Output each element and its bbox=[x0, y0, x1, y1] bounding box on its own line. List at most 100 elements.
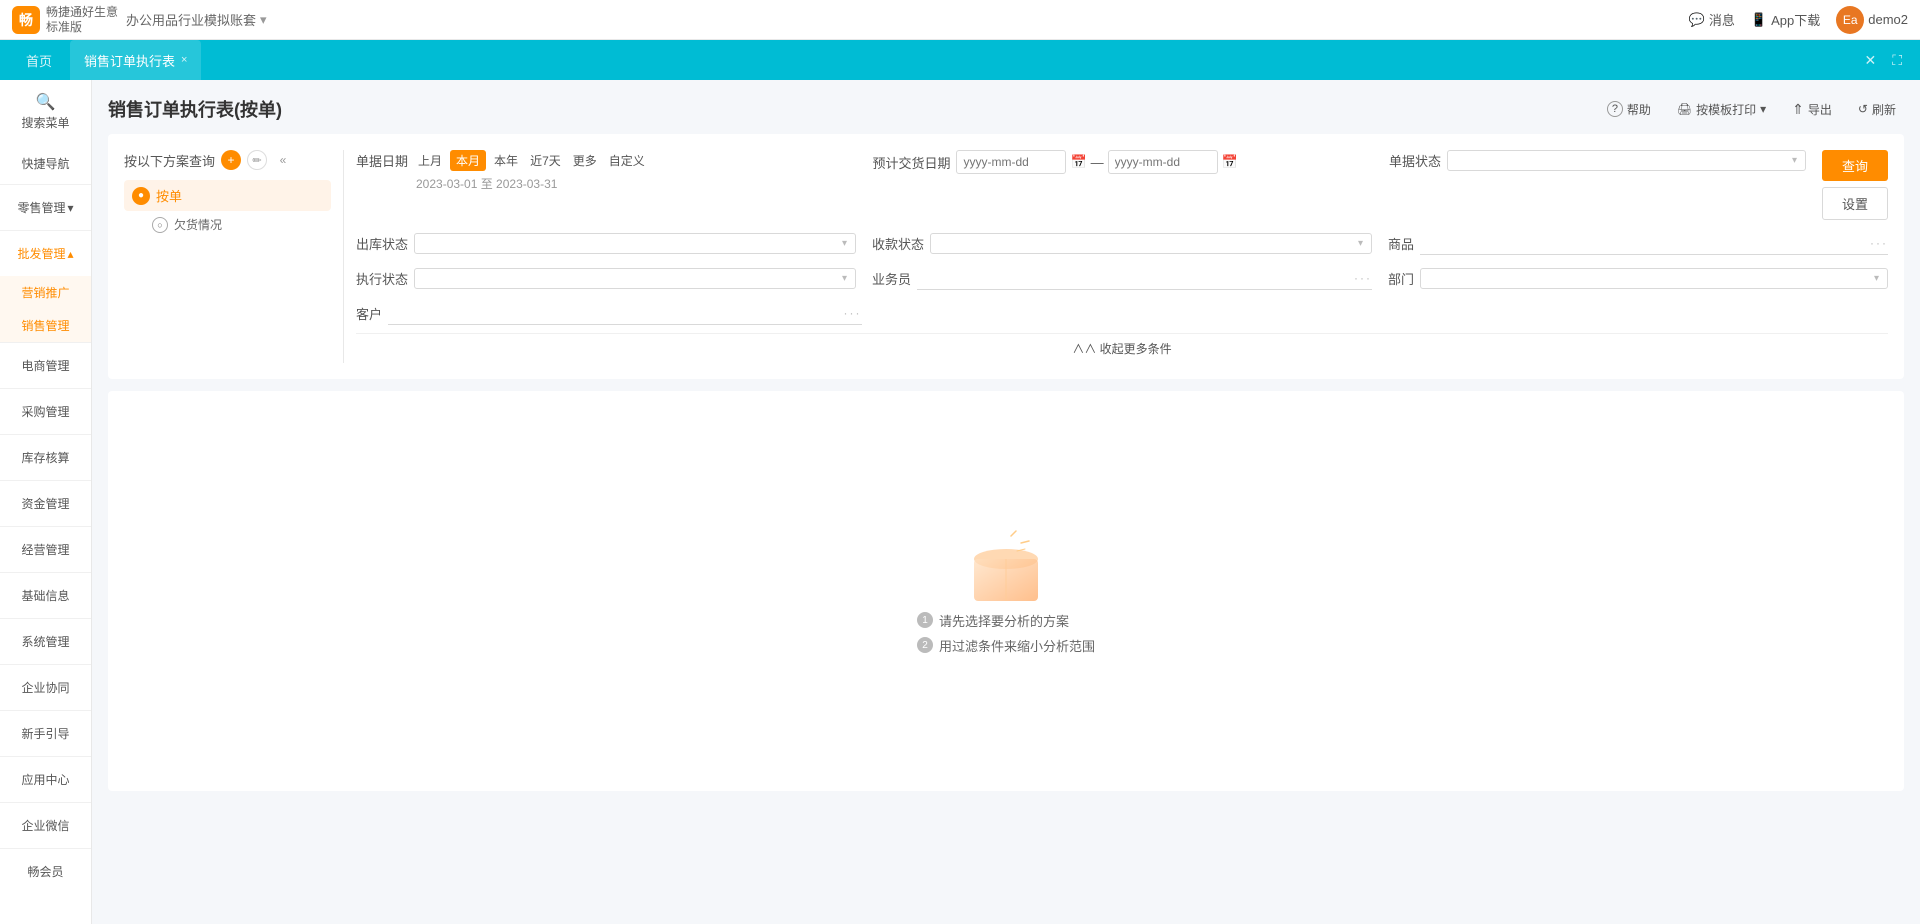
export-button[interactable]: ⇑ 导出 bbox=[1784, 97, 1840, 122]
date-tab-last-month[interactable]: 上月 bbox=[414, 150, 446, 171]
expected-date-from-input[interactable] bbox=[956, 150, 1066, 174]
date-label: 单据日期 bbox=[356, 151, 408, 170]
tab-sales-order[interactable]: 销售订单执行表 × bbox=[70, 40, 201, 80]
print-button[interactable]: 🖨 按模板打印 ▾ bbox=[1669, 97, 1774, 122]
date-tab-this-year[interactable]: 本年 bbox=[490, 150, 522, 171]
sidebar-item-member[interactable]: 畅会员 bbox=[0, 848, 91, 894]
customer-input[interactable]: ··· bbox=[388, 302, 862, 325]
sidebar-item-sales[interactable]: 销售管理 bbox=[0, 309, 91, 342]
empty-text: 1 请先选择要分析的方案 2 用过滤条件来缩小分析范围 bbox=[917, 611, 1095, 661]
goods-more-icon[interactable]: ··· bbox=[1870, 236, 1888, 250]
sidebar-item-quicknav[interactable]: 快捷导航 bbox=[0, 143, 91, 184]
collapse-filter-button[interactable]: ∧∧ 收起更多条件 bbox=[356, 333, 1888, 363]
sidebar-item-purchase[interactable]: 采购管理 bbox=[0, 388, 91, 434]
help-button[interactable]: ? 帮助 bbox=[1599, 97, 1659, 122]
sidebar-item-newbie[interactable]: 新手引导 bbox=[0, 710, 91, 756]
query-button[interactable]: 查询 bbox=[1822, 150, 1888, 181]
app-download-button[interactable]: 📱 App下载 bbox=[1751, 10, 1820, 29]
page-header: 销售订单执行表(按单) ? 帮助 🖨 按模板打印 ▾ ⇑ bbox=[108, 96, 1904, 122]
date-tab-this-month[interactable]: 本月 bbox=[450, 150, 486, 171]
sidebar-item-apps[interactable]: 应用中心 bbox=[0, 756, 91, 802]
dept-field: 部门 ▾ bbox=[1388, 268, 1888, 289]
add-scheme-button[interactable]: + bbox=[221, 150, 241, 170]
sidebar-item-retail[interactable]: 零售管理 ▾ bbox=[0, 184, 91, 230]
date-tab-custom[interactable]: 自定义 bbox=[605, 150, 649, 171]
chevron-down-icon: ▾ bbox=[1792, 155, 1797, 166]
salesman-more-icon[interactable]: ··· bbox=[1354, 271, 1372, 285]
exec-status-select[interactable]: ▾ bbox=[414, 268, 856, 289]
dept-label: 部门 bbox=[1388, 269, 1414, 288]
scheme-by-debt[interactable]: ○ 欠货情况 bbox=[124, 211, 331, 238]
tab-close-window-button[interactable]: ✕ bbox=[1858, 50, 1882, 71]
sidebar-item-ops[interactable]: 经营管理 bbox=[0, 526, 91, 572]
collect-status-label: 收款状态 bbox=[872, 234, 924, 253]
user-menu[interactable]: Ea demo2 bbox=[1836, 6, 1908, 34]
goods-field: 商品 ··· bbox=[1388, 232, 1888, 255]
empty-step-1: 1 请先选择要分析的方案 bbox=[917, 611, 1095, 630]
tab-close-icon[interactable]: × bbox=[181, 54, 187, 66]
goods-input[interactable]: ··· bbox=[1420, 232, 1888, 255]
chevron-down-icon: ▾ bbox=[67, 201, 73, 215]
out-status-field: 出库状态 ▾ bbox=[356, 233, 856, 254]
out-status-select[interactable]: ▾ bbox=[414, 233, 856, 254]
edit-scheme-button[interactable]: ✏ bbox=[247, 150, 267, 170]
sidebar-item-wholesale[interactable]: 批发管理 ▴ bbox=[0, 230, 91, 276]
date-tab-more[interactable]: 更多 bbox=[569, 150, 601, 171]
sidebar-item-finance[interactable]: 资金管理 bbox=[0, 480, 91, 526]
help-icon: ? bbox=[1607, 101, 1623, 117]
sidebar-item-ecom[interactable]: 电商管理 bbox=[0, 342, 91, 388]
calendar-icon: 📅 bbox=[1070, 154, 1086, 170]
sidebar-item-wechat[interactable]: 企业微信 bbox=[0, 802, 91, 848]
scheme-by-order[interactable]: ● 按单 bbox=[124, 180, 331, 211]
exec-status-label: 执行状态 bbox=[356, 269, 408, 288]
print-dropdown-icon: ▾ bbox=[1760, 102, 1766, 116]
sidebar-item-search[interactable]: 🔍 搜索菜单 bbox=[0, 80, 91, 143]
sidebar-item-marketing[interactable]: 营销推广 bbox=[0, 276, 91, 309]
chevron-down-icon: ▾ bbox=[842, 273, 847, 284]
message-button[interactable]: 💬 消息 bbox=[1689, 10, 1735, 29]
order-status-field: 单据状态 ▾ bbox=[1389, 150, 1806, 171]
customer-more-icon[interactable]: ··· bbox=[844, 306, 862, 320]
date-tab-7days[interactable]: 近7天 bbox=[526, 150, 565, 171]
reset-button[interactable]: 设置 bbox=[1822, 187, 1888, 220]
results-area: 1 请先选择要分析的方案 2 用过滤条件来缩小分析范围 bbox=[108, 391, 1904, 791]
sidebar-item-system[interactable]: 系统管理 bbox=[0, 618, 91, 664]
collect-status-select[interactable]: ▾ bbox=[930, 233, 1372, 254]
exec-status-field: 执行状态 ▾ bbox=[356, 268, 856, 289]
app-layout: 🔍 搜索菜单 快捷导航 零售管理 ▾ 批发管理 ▴ 营销推广 销售管理 电商管理 bbox=[0, 80, 1920, 924]
expected-date-field: 预计交货日期 📅 — 📅 bbox=[872, 150, 1372, 174]
sub-scheme-icon: ○ bbox=[152, 217, 168, 233]
dept-select[interactable]: ▾ bbox=[1420, 268, 1888, 289]
message-icon: 💬 bbox=[1689, 12, 1705, 28]
sidebar-item-enterprise[interactable]: 企业协同 bbox=[0, 664, 91, 710]
goods-label: 商品 bbox=[1388, 234, 1414, 253]
order-status-select[interactable]: ▾ bbox=[1447, 150, 1806, 171]
chevron-down-icon[interactable]: ▾ bbox=[260, 12, 267, 28]
collapse-scheme-button[interactable]: « bbox=[273, 150, 293, 170]
expected-date-to-input[interactable] bbox=[1108, 150, 1218, 174]
refresh-button[interactable]: ↺ 刷新 bbox=[1850, 97, 1904, 122]
top-bar-right: 💬 消息 📱 App下载 Ea demo2 bbox=[1689, 6, 1908, 34]
logo-icon: 畅 bbox=[12, 6, 40, 34]
customer-label: 客户 bbox=[356, 304, 382, 323]
step-2-badge: 2 bbox=[917, 637, 933, 653]
empty-illustration bbox=[951, 521, 1061, 611]
order-status-label: 单据状态 bbox=[1389, 151, 1441, 170]
salesman-input[interactable]: ··· bbox=[917, 267, 1372, 290]
date-range-display: 2023-03-01 至 2023-03-31 bbox=[416, 175, 856, 192]
app-icon: 📱 bbox=[1751, 12, 1767, 28]
page-actions: ? 帮助 🖨 按模板打印 ▾ ⇑ 导出 ↺ bbox=[1599, 97, 1904, 122]
avatar: Ea bbox=[1836, 6, 1864, 34]
scheme-icon: ● bbox=[132, 187, 150, 205]
tab-home[interactable]: 首页 bbox=[12, 40, 66, 80]
filter-layout: 按以下方案查询 + ✏ « ● 按单 ○ 欠货情况 bbox=[124, 150, 1888, 363]
date-field: 单据日期 上月 本月 本年 近7天 更多 自定义 bbox=[356, 150, 856, 192]
chevron-down-icon: ▾ bbox=[842, 238, 847, 249]
sidebar-item-inventory[interactable]: 库存核算 bbox=[0, 434, 91, 480]
collapse-up-icon: ∧∧ bbox=[1072, 342, 1096, 356]
sidebar: 🔍 搜索菜单 快捷导航 零售管理 ▾ 批发管理 ▴ 营销推广 销售管理 电商管理 bbox=[0, 80, 92, 924]
query-buttons: 查询 设置 bbox=[1822, 150, 1888, 220]
tab-maximize-button[interactable]: ⛶ bbox=[1886, 50, 1908, 71]
empty-state: 1 请先选择要分析的方案 2 用过滤条件来缩小分析范围 bbox=[917, 441, 1095, 741]
sidebar-item-basic[interactable]: 基础信息 bbox=[0, 572, 91, 618]
